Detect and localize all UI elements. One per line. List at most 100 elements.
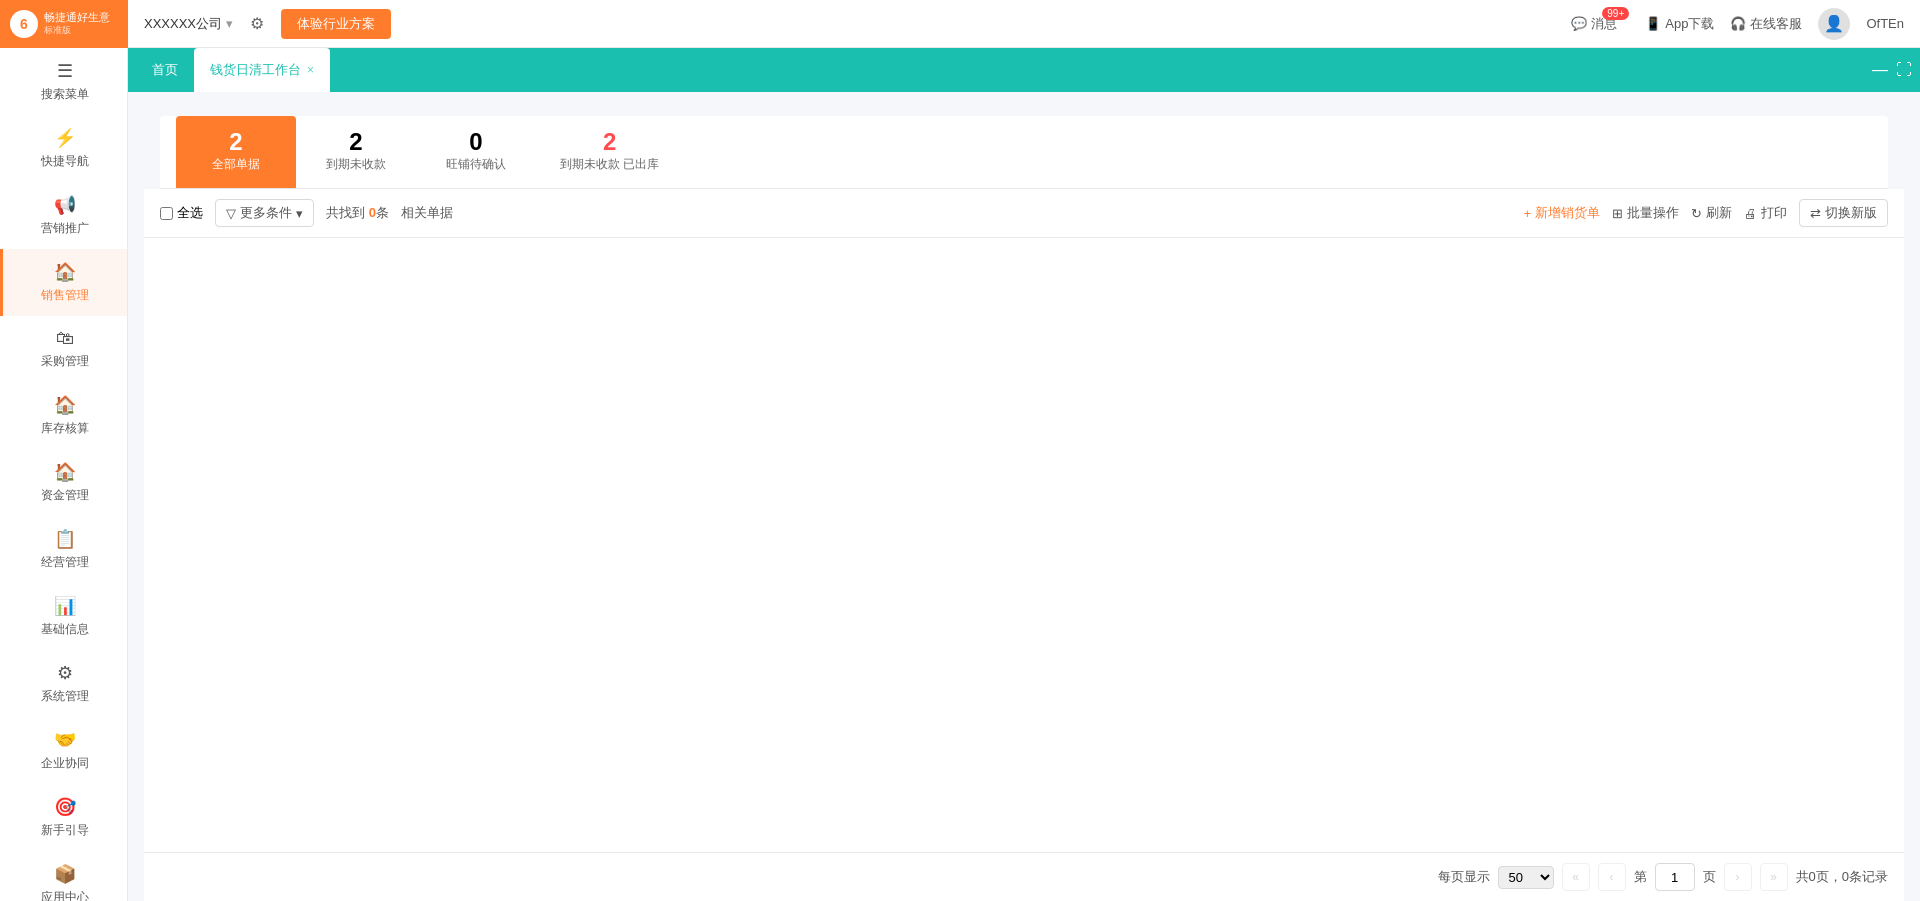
online-service-label: 在线客服 <box>1750 15 1802 33</box>
stat-num-all: 2 <box>229 128 242 156</box>
sidebar-item-finance[interactable]: 🏠 资金管理 <box>0 449 127 516</box>
stat-tab-overdue-unpaid[interactable]: 2 到期未收款 <box>296 116 416 188</box>
sys-manage-icon: ⚙ <box>57 662 73 684</box>
logo-name: 畅捷通好生意 <box>44 10 110 24</box>
company-selector[interactable]: XXXXXX公司 ▾ <box>144 15 233 33</box>
app-download-action[interactable]: 📱 App下载 <box>1645 15 1714 33</box>
page-size-label: 每页显示 <box>1438 868 1490 886</box>
batch-icon: ⊞ <box>1612 206 1623 221</box>
inventory-icon: 🏠 <box>54 394 76 416</box>
stats-tabs: 2 全部单据 2 到期未收款 0 旺铺待确认 2 到期未收款 已出库 <box>160 116 1888 189</box>
header-right: 💬 消息 99+ 📱 App下载 🎧 在线客服 👤 OfTEn <box>1571 8 1904 40</box>
select-all-label[interactable]: 全选 <box>160 204 203 222</box>
add-label: 新增销货单 <box>1535 204 1600 222</box>
stat-label-overdue-unshipped: 到期未收款 已出库 <box>560 156 659 173</box>
stat-tab-wangpu[interactable]: 0 旺铺待确认 <box>416 116 536 188</box>
filter-label: 更多条件 <box>240 204 292 222</box>
stat-label-overdue: 到期未收款 <box>326 156 386 173</box>
tab-minimize-button[interactable]: — <box>1872 61 1888 79</box>
stat-tab-all[interactable]: 2 全部单据 <box>176 116 296 188</box>
search-menu-icon: ☰ <box>57 60 73 82</box>
top-header: 6 畅捷通好生意 标准版 XXXXXX公司 ▾ ⚙ 体验行业方案 💬 消息 99… <box>0 0 1920 48</box>
last-page-button[interactable]: » <box>1760 863 1788 891</box>
first-page-icon: « <box>1572 870 1579 884</box>
page-number-input[interactable] <box>1655 863 1695 891</box>
print-icon: 🖨 <box>1744 206 1757 221</box>
sidebar-item-operations[interactable]: 📋 经营管理 <box>0 516 127 583</box>
tab-bar: 首页 钱货日清工作台 × — ⛶ <box>128 48 1920 92</box>
online-service-action[interactable]: 🎧 在线客服 <box>1730 15 1802 33</box>
page-size-select[interactable]: 50 100 200 <box>1498 866 1554 889</box>
sidebar-item-beginner[interactable]: 🎯 新手引导 <box>0 784 127 851</box>
company-name: XXXXXX公司 <box>144 15 222 33</box>
stat-label-all: 全部单据 <box>212 156 260 173</box>
switch-icon: ⇄ <box>1810 206 1821 221</box>
add-sale-order-button[interactable]: + 新增销货单 <box>1523 204 1600 222</box>
online-service-icon: 🎧 <box>1730 16 1746 31</box>
sidebar-item-cooperation[interactable]: 🤝 企业协同 <box>0 717 127 784</box>
sidebar-item-label: 销售管理 <box>41 287 89 304</box>
filter-icon: ▽ <box>226 206 236 221</box>
sidebar-item-label: 基础信息 <box>41 621 89 638</box>
stat-label-wangpu: 旺铺待确认 <box>446 156 506 173</box>
experience-button[interactable]: 体验行业方案 <box>281 9 391 39</box>
app-download-icon: 📱 <box>1645 16 1661 31</box>
logo-icon: 6 <box>10 10 38 38</box>
tab-active[interactable]: 钱货日清工作台 × <box>194 48 330 92</box>
settings-button[interactable]: ⚙ <box>241 8 273 40</box>
refresh-label: 刷新 <box>1706 204 1732 222</box>
prev-page-button[interactable]: ‹ <box>1598 863 1626 891</box>
refresh-button[interactable]: ↻ 刷新 <box>1691 204 1732 222</box>
sidebar-item-label: 营销推广 <box>41 220 89 237</box>
stat-tab-overdue-unshipped[interactable]: 2 到期未收款 已出库 <box>536 116 683 188</box>
sidebar-item-sales[interactable]: 🏠 销售管理 <box>0 249 127 316</box>
avatar[interactable]: 👤 <box>1818 8 1850 40</box>
filter-button[interactable]: ▽ 更多条件 ▾ <box>215 199 314 227</box>
sidebar-item-label: 搜索菜单 <box>41 86 89 103</box>
toolbar-right: + 新增销货单 ⊞ 批量操作 ↻ 刷新 🖨 打印 <box>1523 199 1888 227</box>
page-content: 2 全部单据 2 到期未收款 0 旺铺待确认 2 到期未收款 已出库 <box>128 92 1920 901</box>
select-all-checkbox[interactable] <box>160 207 173 220</box>
app-download-label: App下载 <box>1665 15 1714 33</box>
switch-version-button[interactable]: ⇄ 切换新版 <box>1799 199 1888 227</box>
message-badge: 99+ <box>1602 7 1629 20</box>
sales-icon: 🏠 <box>54 261 76 283</box>
next-page-button[interactable]: › <box>1724 863 1752 891</box>
app-center-icon: 📦 <box>54 863 76 885</box>
finance-icon: 🏠 <box>54 461 76 483</box>
tab-maximize-button[interactable]: ⛶ <box>1896 61 1912 79</box>
table-area <box>144 238 1904 852</box>
purchase-icon: 🛍 <box>56 328 74 349</box>
cooperation-icon: 🤝 <box>54 729 76 751</box>
sidebar-item-marketing[interactable]: 📢 营销推广 <box>0 182 127 249</box>
tab-home[interactable]: 首页 <box>136 48 194 92</box>
sidebar-item-base-info[interactable]: 📊 基础信息 <box>0 583 127 650</box>
message-action[interactable]: 💬 消息 99+ <box>1571 15 1617 33</box>
logo-tag: 标准版 <box>44 24 110 37</box>
add-icon: + <box>1523 206 1531 221</box>
sidebar-item-label: 快捷导航 <box>41 153 89 170</box>
batch-operation-button[interactable]: ⊞ 批量操作 <box>1612 204 1679 222</box>
sidebar-item-label: 资金管理 <box>41 487 89 504</box>
first-page-button[interactable]: « <box>1562 863 1590 891</box>
refresh-icon: ↻ <box>1691 206 1702 221</box>
stat-num-overdue: 2 <box>349 128 362 156</box>
select-all-text: 全选 <box>177 204 203 222</box>
base-info-icon: 📊 <box>54 595 76 617</box>
sidebar-item-sys-manage[interactable]: ⚙ 系统管理 <box>0 650 127 717</box>
tab-close-icon[interactable]: × <box>307 63 314 77</box>
sidebar-item-inventory[interactable]: 🏠 库存核算 <box>0 382 127 449</box>
sidebar-item-search-menu[interactable]: ☰ 搜索菜单 <box>0 48 127 115</box>
next-page-icon: › <box>1736 870 1740 884</box>
page-suffix: 页 <box>1703 868 1716 886</box>
message-icon: 💬 <box>1571 16 1587 31</box>
marketing-icon: 📢 <box>54 194 76 216</box>
sidebar-item-purchase[interactable]: 🛍 采购管理 <box>0 316 127 382</box>
operations-icon: 📋 <box>54 528 76 550</box>
sidebar-item-quick-nav[interactable]: ⚡ 快捷导航 <box>0 115 127 182</box>
sidebar-item-label: 新手引导 <box>41 822 89 839</box>
toolbar: 全选 ▽ 更多条件 ▾ 共找到 0条 相关单据 + 新增销货单 <box>144 189 1904 238</box>
count-text: 共找到 0条 <box>326 204 389 222</box>
print-button[interactable]: 🖨 打印 <box>1744 204 1787 222</box>
sidebar-item-app-center[interactable]: 📦 应用中心 <box>0 851 127 901</box>
